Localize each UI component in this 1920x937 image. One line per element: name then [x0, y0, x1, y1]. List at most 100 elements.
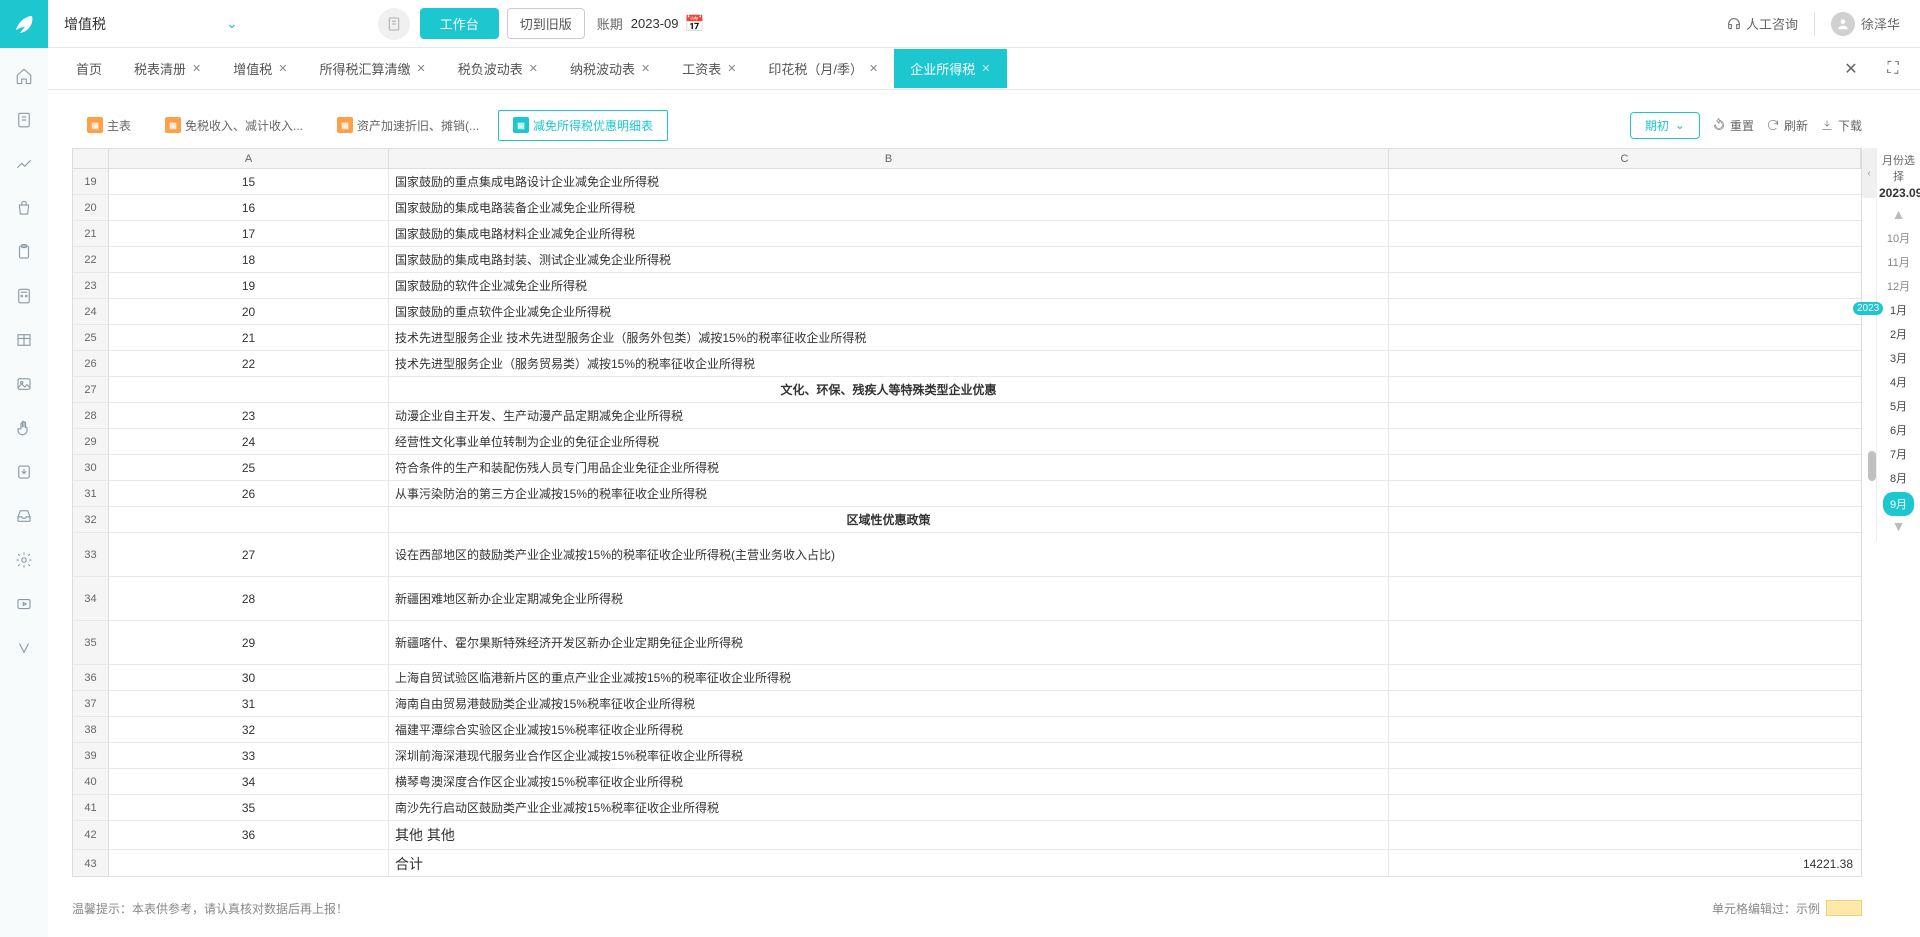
download-button[interactable]: 下载	[1820, 117, 1862, 134]
row-header[interactable]: 24	[73, 299, 109, 324]
close-icon[interactable]: ✕	[417, 62, 426, 75]
cell[interactable]: 国家鼓励的软件企业减免企业所得税	[389, 273, 1389, 298]
cell[interactable]: 国家鼓励的重点软件企业减免企业所得税	[389, 299, 1389, 324]
old-version-button[interactable]: 切到旧版	[507, 8, 585, 39]
cell[interactable]	[1389, 299, 1861, 324]
cell[interactable]: 合计	[389, 850, 1389, 876]
cell[interactable]: 36	[109, 821, 389, 849]
row-header[interactable]: 28	[73, 403, 109, 428]
row-header[interactable]: 40	[73, 769, 109, 794]
cell[interactable]: 30	[109, 665, 389, 690]
cell[interactable]: 文化、环保、残疾人等特殊类型企业优惠	[389, 377, 1389, 402]
row-header[interactable]: 23	[73, 273, 109, 298]
cell[interactable]	[1389, 221, 1861, 246]
cell[interactable]: 技术先进型服务企业（服务贸易类）减按15%的税率征收企业所得税	[389, 351, 1389, 376]
tax-type-dropdown[interactable]: 增值税 ⌄	[64, 14, 378, 34]
cell[interactable]	[1389, 273, 1861, 298]
side-hand[interactable]	[8, 412, 40, 444]
cell[interactable]	[1389, 455, 1861, 480]
month-option[interactable]: 5月	[1879, 394, 1918, 418]
side-home[interactable]	[8, 60, 40, 92]
cell[interactable]	[1389, 403, 1861, 428]
cell[interactable]: 25	[109, 455, 389, 480]
row-header[interactable]: 31	[73, 481, 109, 506]
cell[interactable]	[1389, 665, 1861, 690]
sheet-tab[interactable]: ▤减免所得税优惠明细表	[498, 110, 668, 141]
cell[interactable]	[1389, 691, 1861, 716]
col-header-b[interactable]: B	[389, 149, 1389, 168]
cell[interactable]: 国家鼓励的重点集成电路设计企业减免企业所得税	[389, 169, 1389, 194]
close-icon[interactable]: ✕	[981, 62, 990, 75]
panel-expand-handle[interactable]: ‹	[1862, 148, 1876, 198]
cell[interactable]: 深圳前海深港现代服务业合作区企业减按15%税率征收企业所得税	[389, 743, 1389, 768]
tab-item[interactable]: 工资表✕	[666, 49, 752, 88]
side-chart[interactable]	[8, 148, 40, 180]
cell[interactable]: 15	[109, 169, 389, 194]
cell[interactable]	[109, 850, 389, 876]
cell[interactable]: 35	[109, 795, 389, 820]
side-doc[interactable]	[8, 104, 40, 136]
cell[interactable]: 新疆困难地区新办企业定期减免企业所得税	[389, 577, 1389, 620]
tab-item[interactable]: 印花税（月/季）✕	[752, 49, 894, 88]
cell[interactable]: 横琴粤澳深度合作区企业减按15%税率征收企业所得税	[389, 769, 1389, 794]
worktable-button[interactable]: 工作台	[420, 8, 499, 39]
close-icon[interactable]: ✕	[192, 62, 201, 75]
select-all-corner[interactable]	[73, 149, 109, 168]
month-down-icon[interactable]: ▼	[1879, 518, 1918, 534]
cell[interactable]: 动漫企业自主开发、生产动漫产品定期减免企业所得税	[389, 403, 1389, 428]
month-option[interactable]: 8月	[1879, 466, 1918, 490]
sheet-tab[interactable]: ▤资产加速折旧、摊销(...	[322, 110, 494, 141]
cell[interactable]: 19	[109, 273, 389, 298]
period-dropdown[interactable]: 期初 ⌄	[1630, 112, 1700, 139]
month-option[interactable]: 2月	[1879, 322, 1918, 346]
close-all-icon[interactable]: ✕	[1836, 54, 1866, 84]
cell[interactable]: 34	[109, 769, 389, 794]
cell[interactable]	[1389, 821, 1861, 849]
cell[interactable]	[1389, 621, 1861, 664]
cell[interactable]: 新疆喀什、霍尔果斯特殊经济开发区新办企业定期免征企业所得税	[389, 621, 1389, 664]
row-header[interactable]: 37	[73, 691, 109, 716]
cell[interactable]: 区域性优惠政策	[389, 507, 1389, 532]
close-icon[interactable]: ✕	[278, 62, 287, 75]
cell[interactable]: 技术先进型服务企业 技术先进型服务企业（服务外包类）减按15%的税率征收企业所得…	[389, 325, 1389, 350]
month-option[interactable]: 6月	[1879, 418, 1918, 442]
cell[interactable]: 国家鼓励的集成电路封装、测试企业减免企业所得税	[389, 247, 1389, 272]
spreadsheet[interactable]: A B C 19 15 国家鼓励的重点集成电路设计企业减免企业所得税 20 16…	[72, 148, 1862, 877]
row-header[interactable]: 36	[73, 665, 109, 690]
side-image[interactable]	[8, 368, 40, 400]
cell[interactable]: 国家鼓励的集成电路材料企业减免企业所得税	[389, 221, 1389, 246]
cell[interactable]: 上海自贸试验区临港新片区的重点产业企业减按15%的税率征收企业所得税	[389, 665, 1389, 690]
cell[interactable]	[1389, 195, 1861, 220]
scrollbar-thumb[interactable]	[1868, 451, 1876, 481]
tab-item[interactable]: 企业所得税✕	[894, 49, 1006, 88]
row-header[interactable]: 33	[73, 533, 109, 576]
row-header[interactable]: 38	[73, 717, 109, 742]
row-header[interactable]: 43	[73, 850, 109, 876]
side-calc[interactable]	[8, 280, 40, 312]
sheet-tab[interactable]: ▤免税收入、减计收入...	[150, 110, 318, 141]
cell[interactable]: 16	[109, 195, 389, 220]
row-header[interactable]: 42	[73, 821, 109, 849]
cell[interactable]	[1389, 429, 1861, 454]
month-option[interactable]: 11月	[1879, 250, 1918, 274]
month-option[interactable]: 3月	[1879, 346, 1918, 370]
cell[interactable]: 福建平潭综合实验区企业减按15%税率征收企业所得税	[389, 717, 1389, 742]
row-header[interactable]: 35	[73, 621, 109, 664]
scrollbar-vertical[interactable]	[1866, 168, 1876, 875]
close-icon[interactable]: ✕	[869, 62, 878, 75]
cell[interactable]	[1389, 743, 1861, 768]
month-option[interactable]: 10月	[1879, 226, 1918, 250]
tab-item[interactable]: 增值税✕	[217, 49, 303, 88]
row-header[interactable]: 27	[73, 377, 109, 402]
app-logo[interactable]	[0, 0, 48, 48]
side-v[interactable]	[8, 632, 40, 664]
cell[interactable]: 29	[109, 621, 389, 664]
close-icon[interactable]: ✕	[727, 62, 736, 75]
row-header[interactable]: 41	[73, 795, 109, 820]
cell[interactable]: 南沙先行启动区鼓励类产业企业减按15%税率征收企业所得税	[389, 795, 1389, 820]
month-option[interactable]: 1月	[1879, 298, 1918, 322]
tab-item[interactable]: 税表清册✕	[118, 49, 217, 88]
month-up-icon[interactable]: ▲	[1879, 206, 1918, 222]
tab-item[interactable]: 纳税波动表✕	[554, 49, 666, 88]
cell[interactable]: 21	[109, 325, 389, 350]
